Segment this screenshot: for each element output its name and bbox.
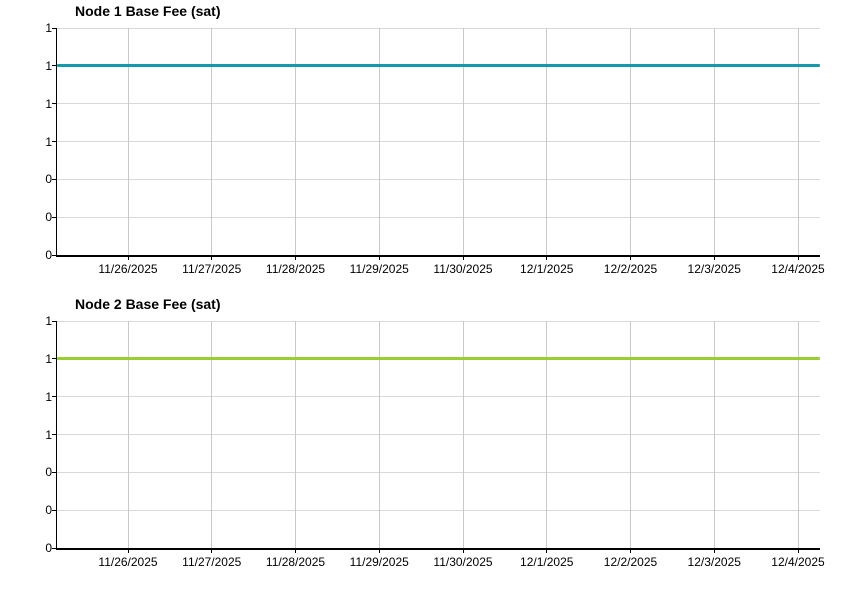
x-gridline: [630, 28, 631, 255]
y-tick-label: 0: [45, 172, 52, 187]
y-tick-label: 0: [45, 503, 52, 518]
x-tick-label: 12/4/2025: [771, 555, 825, 569]
x-axis-spine: [55, 548, 820, 550]
x-gridline: [211, 28, 213, 255]
y-axis-spine: [55, 28, 57, 257]
x-tick-label: 12/3/2025: [687, 555, 741, 569]
y-tick-label: 1: [45, 58, 52, 73]
y-gridline: [57, 216, 820, 218]
x-tick-label: 11/28/2025: [265, 555, 326, 569]
y-gridline: [57, 27, 820, 29]
y-tick-label: 0: [45, 210, 52, 225]
data-line-node-2: [57, 357, 820, 361]
x-gridline: [546, 28, 548, 255]
x-gridline: [127, 321, 129, 548]
x-tick-label: 12/2/2025: [603, 262, 658, 276]
y-tick-label: 0: [45, 541, 52, 555]
x-gridline: [378, 28, 380, 255]
x-tick-label: 11/29/2025: [349, 262, 409, 276]
x-tick-label: 11/29/2025: [349, 555, 409, 569]
x-gridline: [546, 321, 548, 548]
y-tick-label: 1: [45, 134, 52, 149]
x-tick-label: 11/30/2025: [433, 555, 493, 569]
x-tick-label: 12/2/2025: [603, 555, 658, 569]
y-tick-label: 0: [45, 248, 52, 262]
x-tick-label: 11/28/2025: [265, 262, 326, 276]
y-gridline: [57, 396, 820, 398]
y-gridline: [57, 141, 820, 142]
x-gridline: [378, 321, 380, 548]
x-gridline: [797, 321, 799, 548]
y-tick-label: 1: [45, 351, 52, 366]
x-tick-label: 12/4/2025: [771, 262, 825, 276]
x-gridline: [462, 28, 464, 255]
x-tick-label: 12/1/2025: [520, 262, 574, 276]
y-tick-label: 1: [45, 314, 52, 328]
x-tick-label: 11/27/2025: [182, 262, 242, 276]
x-gridline: [211, 321, 213, 548]
x-tick-label: 11/26/2025: [98, 262, 158, 276]
x-tick-label: 11/30/2025: [433, 262, 493, 276]
y-gridline: [57, 178, 820, 180]
base-fee-charts-page: Node 1 Base Fee (sat) Node 2 Base Fee (s…: [0, 0, 860, 600]
x-axis-spine: [55, 255, 820, 257]
x-gridline: [295, 28, 296, 255]
x-gridline: [797, 28, 799, 255]
data-line-node-1: [57, 64, 820, 68]
y-gridline: [57, 434, 820, 435]
y-gridline: [57, 471, 820, 473]
x-tick-label: 11/26/2025: [98, 555, 158, 569]
y-axis-spine: [55, 321, 57, 550]
x-gridline: [462, 321, 464, 548]
x-gridline: [295, 321, 296, 548]
y-tick-label: 0: [45, 465, 52, 480]
x-gridline: [713, 28, 715, 255]
y-tick-label: 1: [45, 427, 52, 442]
x-tick-label: 12/1/2025: [520, 555, 574, 569]
x-gridline: [713, 321, 715, 548]
y-tick-label: 1: [45, 21, 52, 35]
chart-2-title: Node 2 Base Fee (sat): [75, 296, 221, 312]
x-tick-label: 12/3/2025: [687, 262, 741, 276]
y-gridline: [57, 103, 820, 105]
y-gridline: [57, 320, 820, 322]
x-gridline: [127, 28, 129, 255]
chart-1-title: Node 1 Base Fee (sat): [75, 3, 221, 19]
y-tick-label: 1: [45, 96, 52, 111]
x-tick-label: 11/27/2025: [182, 555, 242, 569]
y-tick-label: 1: [45, 389, 52, 404]
y-gridline: [57, 509, 820, 511]
x-gridline: [630, 321, 631, 548]
